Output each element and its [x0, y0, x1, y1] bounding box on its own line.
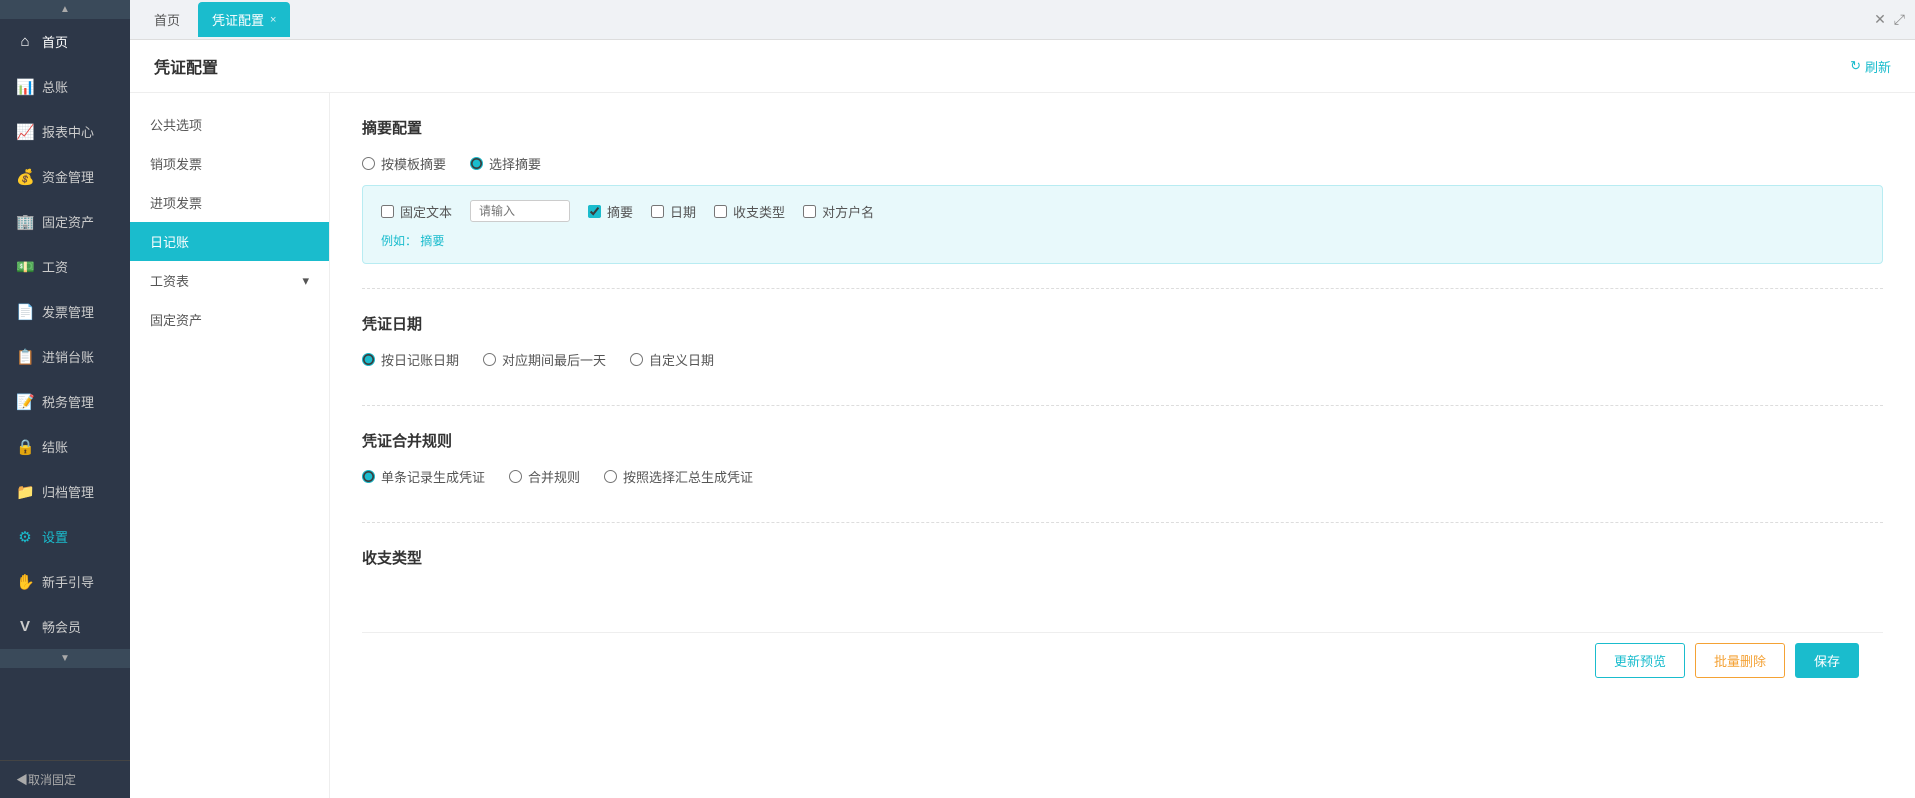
- archive-icon: 📁: [16, 483, 34, 501]
- checkbox-fixed-text[interactable]: 固定文本: [381, 202, 452, 221]
- nav-item-fixed-assets[interactable]: 固定资产: [130, 300, 329, 339]
- radio-merge-rule[interactable]: 合并规则: [509, 467, 580, 486]
- sidebar-item-payroll[interactable]: 💵 工资: [0, 244, 130, 289]
- window-close-icon[interactable]: ✕: [1874, 11, 1886, 28]
- tab-home[interactable]: 首页: [140, 2, 194, 37]
- section-voucher-merge: 凭证合并规则 单条记录生成凭证 合并规则 按照选择汇总生成凭证: [362, 430, 1883, 523]
- save-button[interactable]: 保存: [1795, 643, 1859, 678]
- page-content: 凭证配置 ↻ 刷新 公共选项 销项发票 进项发票 日记账: [130, 40, 1915, 798]
- receipt-type-title: 收支类型: [362, 547, 1883, 568]
- checkbox-counterparty[interactable]: 对方户名: [803, 202, 874, 221]
- sidebar-scroll-up[interactable]: ▲: [0, 0, 130, 19]
- sidebar-item-settings[interactable]: ⚙ 设置: [0, 514, 130, 559]
- summary-config-box: 固定文本 摘要 日期: [362, 185, 1883, 264]
- checkbox-summary[interactable]: 摘要: [588, 202, 633, 221]
- home-icon: ⌂: [16, 33, 34, 50]
- fixed-text-input[interactable]: [470, 200, 570, 222]
- sidebar-item-home[interactable]: ⌂ 首页: [0, 19, 130, 64]
- page-header: 凭证配置 ↻ 刷新: [130, 40, 1915, 93]
- radio-single-record[interactable]: 单条记录生成凭证: [362, 467, 485, 486]
- summary-options: 固定文本 摘要 日期: [381, 200, 1864, 222]
- tab-window-actions: ✕ ⤢: [1874, 11, 1905, 28]
- section-receipt-type: 收支类型: [362, 547, 1883, 608]
- main-area: 首页 凭证配置 × ✕ ⤢ 凭证配置 ↻ 刷新 公共选项: [130, 0, 1915, 798]
- summary-config-title: 摘要配置: [362, 117, 1883, 138]
- radio-by-selection[interactable]: 按照选择汇总生成凭证: [604, 467, 753, 486]
- voucher-merge-title: 凭证合并规则: [362, 430, 1883, 451]
- radio-by-journal-date[interactable]: 按日记账日期: [362, 350, 459, 369]
- content-layout: 公共选项 销项发票 进项发票 日记账 工资表 ▾ 固定资产: [130, 93, 1915, 798]
- voucher-merge-radio-group: 单条记录生成凭证 合并规则 按照选择汇总生成凭证: [362, 467, 1883, 486]
- payroll-icon: 💵: [16, 258, 34, 276]
- sidebar-item-purchase-sales[interactable]: 📋 进销台账: [0, 334, 130, 379]
- sidebar: ▲ ⌂ 首页 📊 总账 📈 报表中心 💰 资金管理 🏢 固定资产 💵 工资 📄 …: [0, 0, 130, 798]
- nav-item-journal[interactable]: 日记账: [130, 222, 329, 261]
- settings-icon: ⚙: [16, 528, 34, 546]
- closing-icon: 🔒: [16, 438, 34, 456]
- nav-item-payroll-table[interactable]: 工资表 ▾: [130, 261, 329, 300]
- nav-item-sales-invoice[interactable]: 销项发票: [130, 144, 329, 183]
- radio-custom-date[interactable]: 自定义日期: [630, 350, 714, 369]
- ledger-icon: 📊: [16, 78, 34, 96]
- radio-last-day[interactable]: 对应期间最后一天: [483, 350, 606, 369]
- footer-action-bar: 更新预览 批量删除 保存: [362, 632, 1883, 688]
- sidebar-item-archive[interactable]: 📁 归档管理: [0, 469, 130, 514]
- tab-bar: 首页 凭证配置 × ✕ ⤢: [130, 0, 1915, 40]
- guide-icon: ✋: [16, 573, 34, 591]
- summary-example: 例如： 摘要: [381, 232, 1864, 249]
- tax-icon: 📝: [16, 393, 34, 411]
- voucher-date-title: 凭证日期: [362, 313, 1883, 334]
- summary-radio-group: 按模板摘要 选择摘要: [362, 154, 1883, 173]
- voucher-date-radio-group: 按日记账日期 对应期间最后一天 自定义日期: [362, 350, 1883, 369]
- checkbox-date[interactable]: 日期: [651, 202, 696, 221]
- sidebar-item-closing[interactable]: 🔒 结账: [0, 424, 130, 469]
- right-content: 摘要配置 按模板摘要 选择摘要: [330, 93, 1915, 798]
- batch-delete-button[interactable]: 批量删除: [1695, 643, 1785, 678]
- sidebar-item-general-ledger[interactable]: 📊 总账: [0, 64, 130, 109]
- sidebar-unpin-button[interactable]: ◀取消固定: [0, 760, 130, 798]
- checkbox-receipt-type[interactable]: 收支类型: [714, 202, 785, 221]
- section-voucher-date: 凭证日期 按日记账日期 对应期间最后一天 自定义日期: [362, 313, 1883, 406]
- sidebar-item-invoice-management[interactable]: 📄 发票管理: [0, 289, 130, 334]
- window-resize-icon[interactable]: ⤢: [1894, 11, 1905, 28]
- radio-select-summary[interactable]: 选择摘要: [470, 154, 541, 173]
- section-summary-config: 摘要配置 按模板摘要 选择摘要: [362, 117, 1883, 289]
- sidebar-item-tax-management[interactable]: 📝 税务管理: [0, 379, 130, 424]
- chevron-down-icon: ▾: [302, 273, 309, 289]
- assets-icon: 🏢: [16, 213, 34, 231]
- sidebar-item-guide[interactable]: ✋ 新手引导: [0, 559, 130, 604]
- radio-template-summary[interactable]: 按模板摘要: [362, 154, 446, 173]
- nav-item-purchase-invoice[interactable]: 进项发票: [130, 183, 329, 222]
- sidebar-item-member[interactable]: V 畅会员: [0, 604, 130, 649]
- refresh-button[interactable]: ↻ 刷新: [1850, 57, 1891, 76]
- tab-voucher-config[interactable]: 凭证配置 ×: [198, 2, 290, 37]
- fund-icon: 💰: [16, 168, 34, 186]
- purchase-icon: 📋: [16, 348, 34, 366]
- update-preview-button[interactable]: 更新预览: [1595, 643, 1685, 678]
- member-icon: V: [16, 618, 34, 635]
- sidebar-item-fixed-assets[interactable]: 🏢 固定资产: [0, 199, 130, 244]
- nav-item-public-options[interactable]: 公共选项: [130, 105, 329, 144]
- page-title: 凭证配置: [154, 54, 218, 78]
- left-nav: 公共选项 销项发票 进项发票 日记账 工资表 ▾ 固定资产: [130, 93, 330, 798]
- refresh-icon: ↻: [1850, 58, 1861, 74]
- sidebar-item-report-center[interactable]: 📈 报表中心: [0, 109, 130, 154]
- invoice-icon: 📄: [16, 303, 34, 321]
- report-icon: 📈: [16, 123, 34, 141]
- tab-close-icon[interactable]: ×: [270, 14, 276, 26]
- sidebar-item-fund-management[interactable]: 💰 资金管理: [0, 154, 130, 199]
- sidebar-scroll-down[interactable]: ▼: [0, 649, 130, 668]
